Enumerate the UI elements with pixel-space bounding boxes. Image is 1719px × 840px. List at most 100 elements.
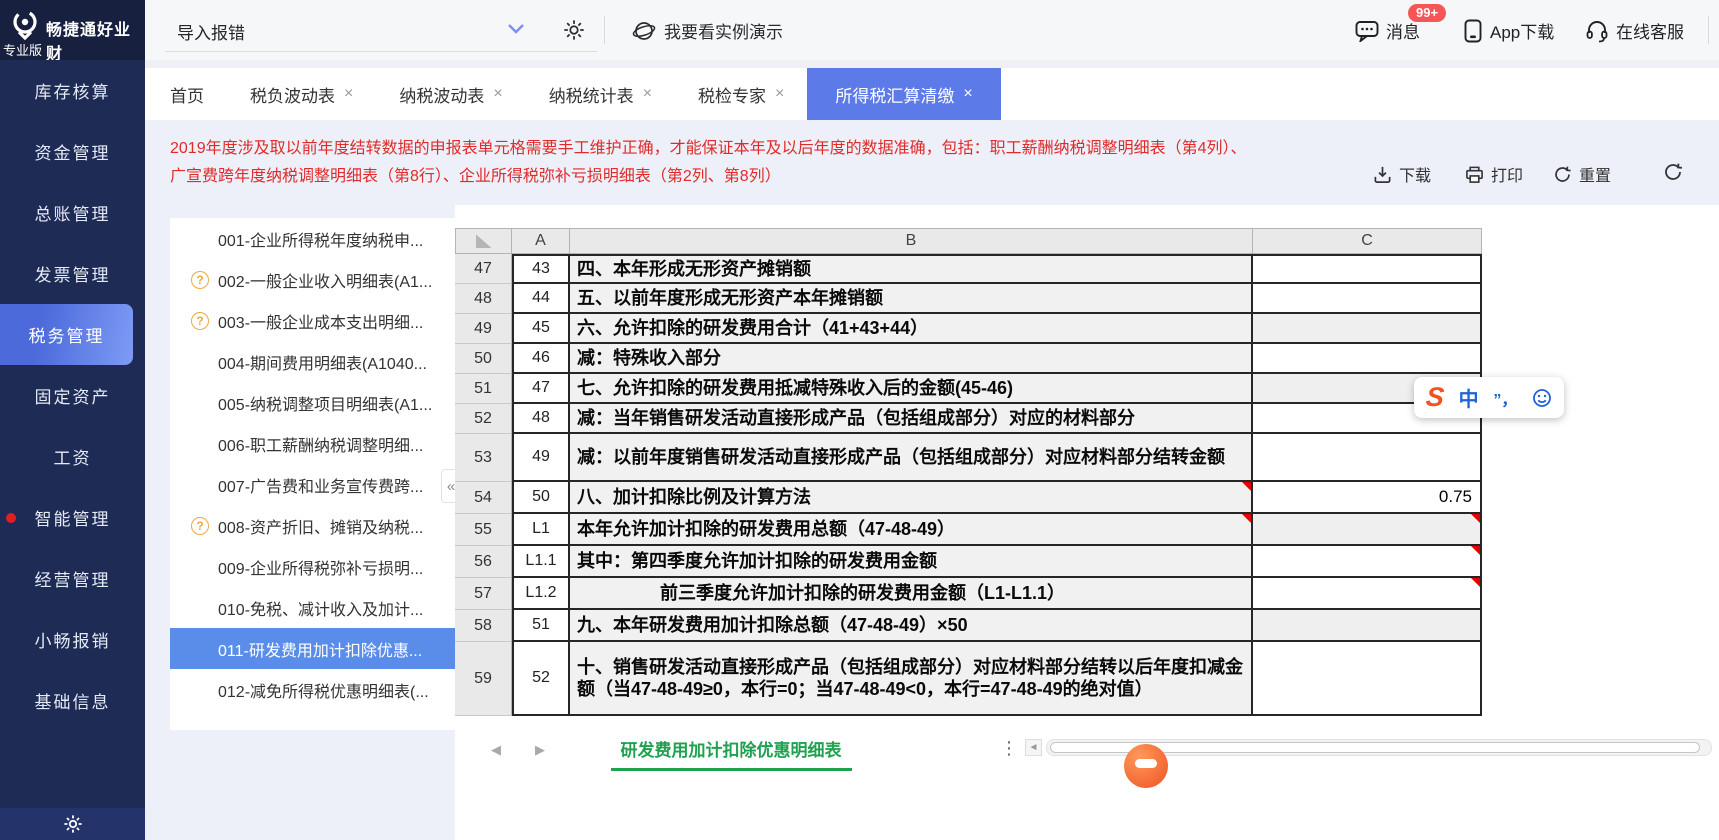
cell-amount[interactable] bbox=[1253, 434, 1482, 482]
sidebar-item[interactable]: 固定资产 bbox=[0, 365, 145, 426]
cell-amount[interactable] bbox=[1253, 514, 1482, 546]
row-header: 50 bbox=[455, 344, 512, 374]
row-header: 48 bbox=[455, 284, 512, 314]
ime-language-toggle[interactable]: 中 bbox=[1459, 383, 1479, 412]
sidebar-item-label: 经营管理 bbox=[34, 571, 111, 590]
ime-emoji-icon[interactable] bbox=[1532, 388, 1552, 408]
refresh-button[interactable] bbox=[1663, 162, 1683, 182]
report-list-item[interactable]: 011-研发费用加计扣除优惠... bbox=[170, 628, 455, 669]
sidebar-item-label: 资金管理 bbox=[34, 144, 111, 163]
report-select-dropdown[interactable]: 导入报错 bbox=[165, 10, 597, 52]
report-list-item[interactable]: 010-免税、减计收入及加计... bbox=[170, 587, 455, 628]
tab[interactable]: 纳税统计表 × bbox=[526, 68, 675, 120]
sidebar-item[interactable]: 经营管理 bbox=[0, 548, 145, 609]
sidebar-item[interactable]: 基础信息 bbox=[0, 670, 145, 731]
cell-amount[interactable] bbox=[1253, 344, 1482, 374]
scroll-left-icon[interactable]: ◄ bbox=[1025, 739, 1042, 756]
cell-line-number: 44 bbox=[512, 284, 570, 314]
sheet-prev-icon[interactable]: ◀ bbox=[491, 742, 501, 758]
row-header: 49 bbox=[455, 314, 512, 344]
sidebar-item[interactable]: 总账管理 bbox=[0, 182, 145, 243]
cell-amount[interactable]: 0.75 bbox=[1253, 482, 1482, 514]
app-download-label: App下载 bbox=[1490, 23, 1555, 42]
sheet-tab[interactable]: 研发费用加计扣除优惠明细表 bbox=[595, 732, 867, 771]
reset-label: 重置 bbox=[1579, 168, 1612, 185]
sidebar-item[interactable]: 税务管理 bbox=[0, 304, 133, 365]
cell-amount[interactable] bbox=[1253, 642, 1482, 716]
tab[interactable]: 纳税波动表 × bbox=[376, 68, 525, 120]
tab-close-icon[interactable]: × bbox=[344, 85, 353, 103]
sidebar-settings-button[interactable] bbox=[0, 808, 145, 840]
cell-amount[interactable] bbox=[1253, 546, 1482, 578]
report-list-item[interactable]: 001-企业所得税年度纳税申... bbox=[170, 218, 455, 259]
more-options-icon[interactable]: ⋮ bbox=[1000, 738, 1019, 759]
report-list-item[interactable]: ? 003-一般企业成本支出明细... bbox=[170, 300, 455, 341]
tab-label: 税检专家 bbox=[698, 86, 767, 106]
tab-close-icon[interactable]: × bbox=[775, 85, 784, 103]
column-header: B bbox=[570, 228, 1253, 254]
settings-gear-icon[interactable] bbox=[563, 19, 585, 41]
demo-link[interactable]: 我要看实例演示 bbox=[632, 18, 783, 43]
report-list-item[interactable]: 005-纳税调整项目明细表(A1... bbox=[170, 382, 455, 423]
chevron-down-icon[interactable] bbox=[507, 23, 525, 35]
notice-text: 2019年度涉及取以前年度结转数据的申报表单元格需要手工维护正确，才能保证本年及… bbox=[170, 140, 1247, 185]
tab[interactable]: 税负波动表 × bbox=[227, 68, 376, 120]
download-label: 下载 bbox=[1399, 168, 1432, 185]
ime-punctuation-toggle[interactable]: ”， bbox=[1493, 386, 1517, 410]
chanjet-logo-icon bbox=[7, 7, 43, 43]
grid-row: 53 49 减：以前年度销售研发活动直接形成产品（包括组成部分）对应材料部分结转金额 bbox=[455, 434, 1482, 482]
report-list-item[interactable]: ? 008-资产折旧、摊销及纳税... bbox=[170, 505, 455, 546]
floating-assistant-icon[interactable] bbox=[1124, 744, 1168, 788]
sidebar-item-label: 小畅报销 bbox=[34, 632, 111, 651]
sidebar-item[interactable]: 资金管理 bbox=[0, 121, 145, 182]
tab-close-icon[interactable]: × bbox=[963, 85, 972, 103]
report-list-item[interactable]: 004-期间费用明细表(A1040... bbox=[170, 341, 455, 382]
download-icon bbox=[1373, 165, 1392, 184]
report-list-item[interactable]: 007-广告费和业务宣传费跨... bbox=[170, 464, 455, 505]
tab-close-icon[interactable]: × bbox=[643, 85, 652, 103]
grid-row: 59 52 十、销售研发活动直接形成产品（包括组成部分）对应材料部分结转以后年度扣减… bbox=[455, 642, 1482, 716]
report-list-item[interactable]: ? 002-一般企业收入明细表(A1... bbox=[170, 259, 455, 300]
report-list-item-label: 004-期间费用明细表(A1040... bbox=[218, 355, 427, 373]
select-all-corner[interactable] bbox=[455, 228, 512, 254]
reset-button[interactable]: 重置 bbox=[1553, 162, 1611, 186]
comment-flag-icon bbox=[1242, 482, 1251, 491]
cell-line-number: 51 bbox=[512, 610, 570, 642]
print-button[interactable]: 打印 bbox=[1465, 162, 1523, 186]
tab[interactable]: 税检专家 × bbox=[675, 68, 807, 120]
messages-button[interactable]: 消息 bbox=[1355, 18, 1420, 43]
sidebar-item[interactable]: 库存核算 bbox=[0, 60, 145, 121]
grid-row: 50 46 减：特殊收入部分 bbox=[455, 344, 1482, 374]
app-download-button[interactable]: App下载 bbox=[1463, 18, 1554, 43]
sogou-logo-icon[interactable]: S bbox=[1425, 382, 1446, 413]
grid-header-row: ABC bbox=[455, 228, 1482, 254]
tab[interactable]: 首页 bbox=[147, 68, 227, 120]
online-service-button[interactable]: 在线客服 bbox=[1585, 18, 1684, 43]
tab-label: 税负波动表 bbox=[250, 86, 335, 106]
sidebar-item-label: 工资 bbox=[53, 449, 92, 468]
report-list-item-label: 011-研发费用加计扣除优惠... bbox=[218, 642, 423, 660]
cell-amount[interactable] bbox=[1253, 314, 1482, 344]
cell-amount[interactable] bbox=[1253, 254, 1482, 284]
sheet-tab-label: 研发费用加计扣除优惠明细表 bbox=[610, 732, 852, 771]
cell-amount[interactable] bbox=[1253, 284, 1482, 314]
sidebar-item[interactable]: 智能管理 bbox=[0, 487, 145, 548]
sidebar-item[interactable]: 小畅报销 bbox=[0, 609, 145, 670]
sidebar-item[interactable]: 发票管理 bbox=[0, 243, 145, 304]
grid-row: 48 44 五、以前年度形成无形资产本年摊销额 bbox=[455, 284, 1482, 314]
tab-close-icon[interactable]: × bbox=[493, 85, 502, 103]
tabs-top-strip bbox=[145, 60, 1719, 68]
report-list-item[interactable]: 006-职工薪酬纳税调整明细... bbox=[170, 423, 455, 464]
download-button[interactable]: 下载 bbox=[1373, 162, 1431, 186]
report-list-item[interactable]: 009-企业所得税弥补亏损明... bbox=[170, 546, 455, 587]
sheet-next-icon[interactable]: ▶ bbox=[535, 742, 545, 758]
grid-row: 56 L1.1 其中：第四季度允许加计扣除的研发费用金额 bbox=[455, 546, 1482, 578]
cell-amount[interactable] bbox=[1253, 610, 1482, 642]
tab[interactable]: 所得税汇算清缴 × bbox=[807, 68, 1001, 120]
globe-icon bbox=[632, 19, 656, 43]
cell-line-number: 50 bbox=[512, 482, 570, 514]
sidebar-item[interactable]: 工资 bbox=[0, 426, 145, 487]
report-list-item[interactable]: 012-减免所得税优惠明细表(... bbox=[170, 669, 455, 710]
row-header: 47 bbox=[455, 254, 512, 284]
cell-amount[interactable] bbox=[1253, 578, 1482, 610]
